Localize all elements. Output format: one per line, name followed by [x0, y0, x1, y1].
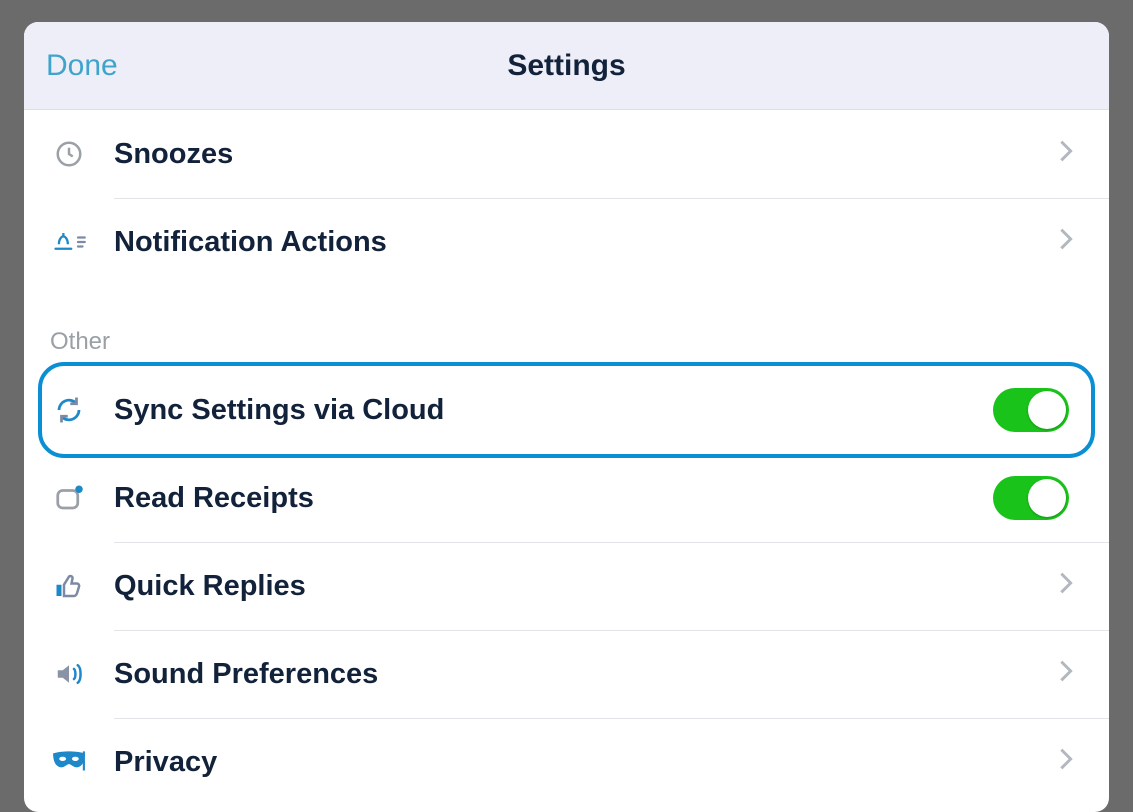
settings-panel: Done Settings Snoozes	[24, 22, 1109, 812]
row-sync-settings[interactable]: Sync Settings via Cloud	[24, 366, 1109, 454]
row-label: Sound Preferences	[114, 658, 1059, 691]
row-privacy[interactable]: Privacy	[24, 718, 1109, 806]
mask-icon	[50, 743, 88, 781]
row-snoozes[interactable]: Snoozes	[24, 110, 1109, 198]
row-quick-replies[interactable]: Quick Replies	[24, 542, 1109, 630]
chevron-right-icon	[1059, 659, 1079, 689]
chevron-right-icon	[1059, 139, 1079, 169]
row-notification-actions[interactable]: Notification Actions	[24, 198, 1109, 286]
chevron-right-icon	[1059, 227, 1079, 257]
thumbs-up-icon	[50, 567, 88, 605]
clock-icon	[50, 135, 88, 173]
row-label: Sync Settings via Cloud	[114, 394, 993, 427]
row-label: Privacy	[114, 746, 1059, 779]
row-label: Notification Actions	[114, 226, 1059, 259]
highlighted-row-wrapper: Sync Settings via Cloud	[24, 366, 1109, 454]
section-header-other: Other	[24, 286, 1109, 366]
done-button[interactable]: Done	[46, 49, 118, 83]
settings-list: Snoozes Notification Actions	[24, 110, 1109, 806]
row-sound-preferences[interactable]: Sound Preferences	[24, 630, 1109, 718]
row-label: Read Receipts	[114, 482, 993, 515]
header-bar: Done Settings	[24, 22, 1109, 110]
sync-toggle[interactable]	[993, 388, 1069, 432]
row-label: Snoozes	[114, 138, 1059, 171]
speaker-icon	[50, 655, 88, 693]
toggle-knob	[1028, 391, 1066, 429]
chevron-right-icon	[1059, 747, 1079, 777]
bell-list-icon	[50, 223, 88, 261]
toggle-knob	[1028, 479, 1066, 517]
sync-icon	[50, 391, 88, 429]
row-read-receipts[interactable]: Read Receipts	[24, 454, 1109, 542]
read-receipts-toggle[interactable]	[993, 476, 1069, 520]
chevron-right-icon	[1059, 571, 1079, 601]
page-title: Settings	[507, 49, 625, 83]
read-receipt-icon	[50, 479, 88, 517]
row-label: Quick Replies	[114, 570, 1059, 603]
